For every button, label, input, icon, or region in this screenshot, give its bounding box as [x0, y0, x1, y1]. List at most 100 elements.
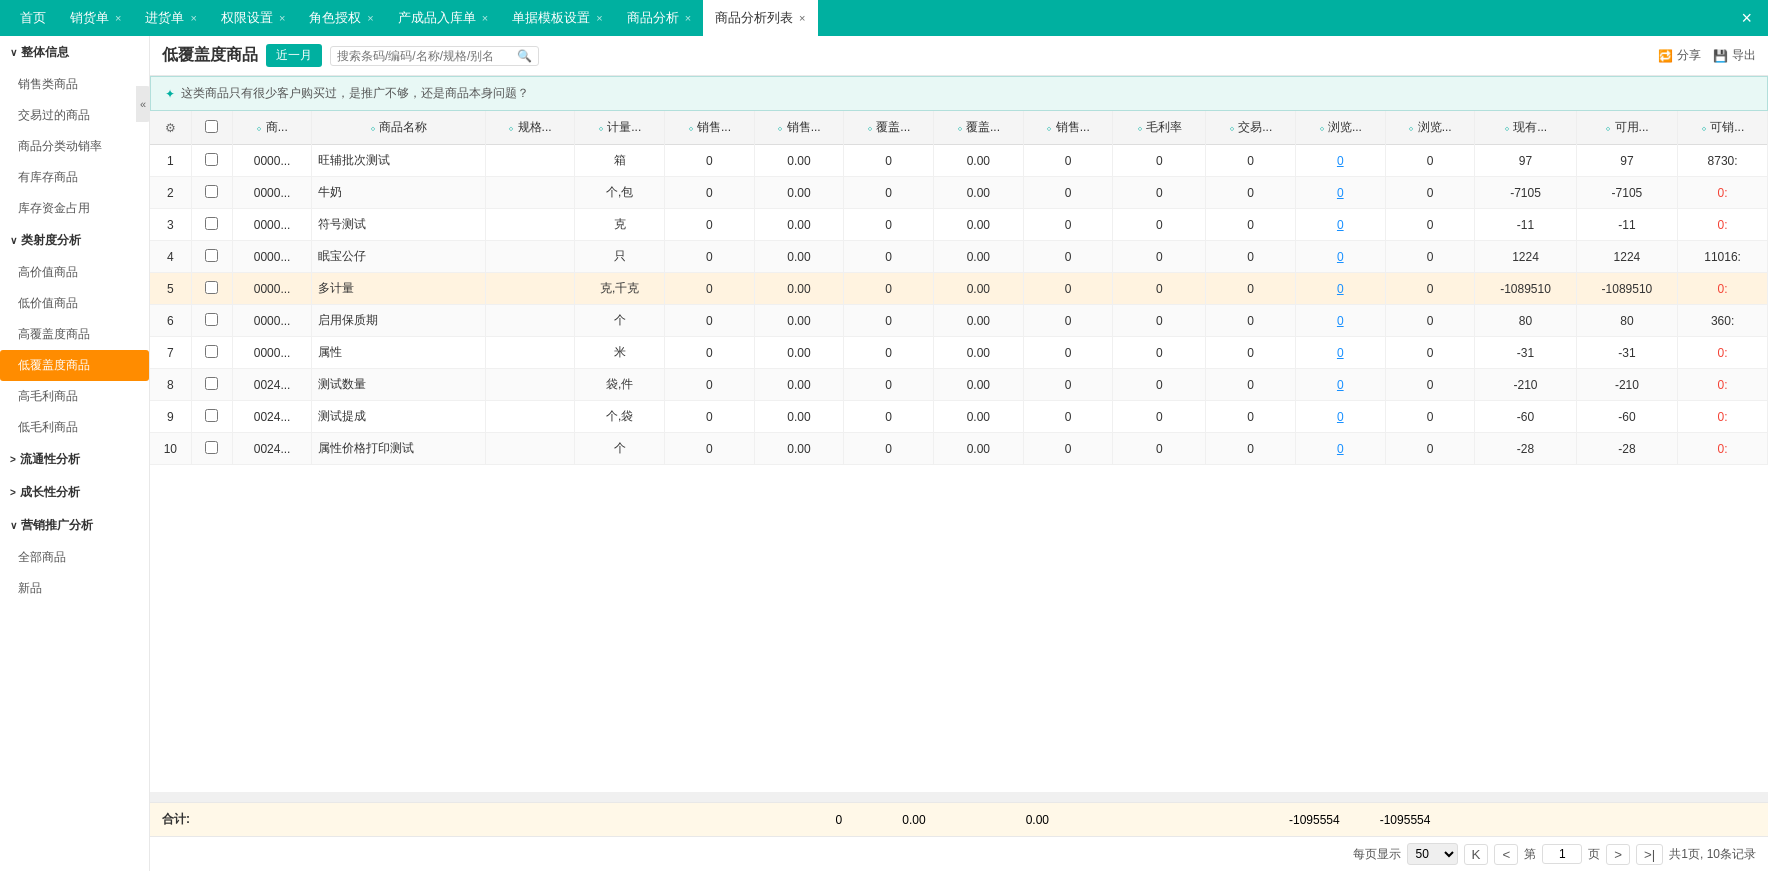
col-current[interactable]: ⬦ 现有... — [1475, 111, 1576, 145]
col-unit[interactable]: ⬦ 计量... — [575, 111, 665, 145]
col-settings[interactable]: ⚙ — [150, 111, 191, 145]
sidebar-item-sales-goods[interactable]: 销售类商品 — [0, 69, 149, 100]
sidebar-section-growth[interactable]: > 成长性分析 — [0, 476, 149, 509]
row-checkbox[interactable] — [191, 401, 232, 433]
row-select-checkbox[interactable] — [205, 345, 218, 358]
sidebar-item-high-value[interactable]: 高价值商品 — [0, 257, 149, 288]
sidebar-item-all-goods[interactable]: 全部商品 — [0, 542, 149, 573]
close-icon[interactable]: × — [799, 12, 805, 24]
row-checkbox[interactable] — [191, 305, 232, 337]
row-checkbox[interactable] — [191, 273, 232, 305]
sidebar-collapse-button[interactable]: « — [136, 86, 150, 122]
sidebar-section-liquidity[interactable]: > 流通性分析 — [0, 443, 149, 476]
row-browse1[interactable]: 0 — [1295, 401, 1385, 433]
per-page-select[interactable]: 50 100 200 — [1407, 843, 1458, 865]
sidebar-item-low-margin[interactable]: 低毛利商品 — [0, 412, 149, 443]
nav-tab-analysis-list[interactable]: 商品分析列表 × — [703, 0, 817, 36]
row-browse1[interactable]: 0 — [1295, 433, 1385, 465]
export-button[interactable]: 💾 导出 — [1713, 47, 1756, 64]
nav-tab-analysis[interactable]: 商品分析 × — [615, 0, 703, 36]
close-icon[interactable]: × — [482, 12, 488, 24]
sidebar-item-stock-capital[interactable]: 库存资金占用 — [0, 193, 149, 224]
time-filter-button[interactable]: 近一月 — [266, 44, 322, 67]
col-sales-qty[interactable]: ⬦ 销售... — [664, 111, 754, 145]
row-browse1[interactable]: 0 — [1295, 241, 1385, 273]
col-sales-amount[interactable]: ⬦ 销售... — [754, 111, 844, 145]
close-icon[interactable]: × — [190, 12, 196, 24]
col-browse1[interactable]: ⬦ 浏览... — [1295, 111, 1385, 145]
next-page-button[interactable]: > — [1606, 844, 1630, 865]
close-icon[interactable]: × — [279, 12, 285, 24]
nav-tab-home[interactable]: 首页 — [8, 0, 58, 36]
sidebar-item-in-stock[interactable]: 有库存商品 — [0, 162, 149, 193]
sidebar-section-marketing[interactable]: ∨ 营销推广分析 — [0, 509, 149, 542]
col-gross-rate[interactable]: ⬦ 毛利率 — [1113, 111, 1206, 145]
row-browse1[interactable]: 0 — [1295, 273, 1385, 305]
row-browse1[interactable]: 0 — [1295, 177, 1385, 209]
close-icon[interactable]: × — [685, 12, 691, 24]
row-browse1[interactable]: 0 — [1295, 305, 1385, 337]
sidebar-section-overview[interactable]: ∨ 整体信息 — [0, 36, 149, 69]
row-select-checkbox[interactable] — [205, 313, 218, 326]
sidebar-item-traded-goods[interactable]: 交易过的商品 — [0, 100, 149, 131]
col-spec[interactable]: ⬦ 规格... — [485, 111, 575, 145]
col-coverage2[interactable]: ⬦ 覆盖... — [934, 111, 1024, 145]
col-transaction[interactable]: ⬦ 交易... — [1206, 111, 1296, 145]
row-browse1[interactable]: 0 — [1295, 369, 1385, 401]
sidebar-item-high-coverage[interactable]: 高覆盖度商品 — [0, 319, 149, 350]
row-checkbox[interactable] — [191, 241, 232, 273]
row-select-checkbox[interactable] — [205, 185, 218, 198]
sidebar-item-category-rate[interactable]: 商品分类动销率 — [0, 131, 149, 162]
page-number-input[interactable] — [1542, 844, 1582, 864]
row-checkbox[interactable] — [191, 209, 232, 241]
sidebar-item-low-coverage[interactable]: 低覆盖度商品 — [0, 350, 149, 381]
row-checkbox[interactable] — [191, 433, 232, 465]
col-coverage1[interactable]: ⬦ 覆盖... — [844, 111, 934, 145]
col-saleable[interactable]: ⬦ 可销... — [1678, 111, 1768, 145]
window-close-button[interactable]: × — [1733, 8, 1760, 29]
sidebar-section-coverage[interactable]: ∨ 类射度分析 — [0, 224, 149, 257]
horizontal-scrollbar[interactable] — [150, 792, 1768, 802]
nav-tab-role[interactable]: 角色授权 × — [297, 0, 385, 36]
col-sales2[interactable]: ⬦ 销售... — [1023, 111, 1113, 145]
row-browse1[interactable]: 0 — [1295, 145, 1385, 177]
col-checkbox[interactable] — [191, 111, 232, 145]
col-name[interactable]: ⬦ 商品名称 — [312, 111, 485, 145]
col-available[interactable]: ⬦ 可用... — [1576, 111, 1677, 145]
row-browse1[interactable]: 0 — [1295, 337, 1385, 369]
last-page-button[interactable]: >| — [1636, 844, 1663, 865]
row-checkbox[interactable] — [191, 145, 232, 177]
select-all-checkbox[interactable] — [205, 120, 218, 133]
close-icon[interactable]: × — [596, 12, 602, 24]
sidebar-item-new-goods[interactable]: 新品 — [0, 573, 149, 604]
row-select-checkbox[interactable] — [205, 281, 218, 294]
share-button[interactable]: 🔁 分享 — [1658, 47, 1701, 64]
close-icon[interactable]: × — [115, 12, 121, 24]
table-container[interactable]: ⚙ ⬦ 商... ⬦ 商品名称 ⬦ 规格... ⬦ 计量... ⬦ 销售... … — [150, 111, 1768, 792]
col-browse2[interactable]: ⬦ 浏览... — [1385, 111, 1475, 145]
row-browse1[interactable]: 0 — [1295, 209, 1385, 241]
row-select-checkbox[interactable] — [205, 153, 218, 166]
row-checkbox[interactable] — [191, 337, 232, 369]
settings-icon[interactable]: ⚙ — [165, 121, 176, 135]
row-select-checkbox[interactable] — [205, 409, 218, 422]
nav-tab-purchase[interactable]: 进货单 × — [133, 0, 208, 36]
close-icon[interactable]: × — [367, 12, 373, 24]
nav-tab-template[interactable]: 单据模板设置 × — [500, 0, 614, 36]
row-select-checkbox[interactable] — [205, 249, 218, 262]
row-checkbox[interactable] — [191, 177, 232, 209]
row-select-checkbox[interactable] — [205, 441, 218, 454]
search-input[interactable] — [337, 49, 517, 63]
nav-tab-sales[interactable]: 销货单 × — [58, 0, 133, 36]
row-select-checkbox[interactable] — [205, 377, 218, 390]
sidebar-item-low-value[interactable]: 低价值商品 — [0, 288, 149, 319]
prev-page-button[interactable]: < — [1494, 844, 1518, 865]
search-icon[interactable]: 🔍 — [517, 49, 532, 63]
col-code[interactable]: ⬦ 商... — [233, 111, 312, 145]
first-page-button[interactable]: K — [1464, 844, 1489, 865]
sidebar-item-high-margin[interactable]: 高毛利商品 — [0, 381, 149, 412]
row-select-checkbox[interactable] — [205, 217, 218, 230]
row-checkbox[interactable] — [191, 369, 232, 401]
nav-tab-product[interactable]: 产成品入库单 × — [386, 0, 500, 36]
nav-tab-permission[interactable]: 权限设置 × — [209, 0, 297, 36]
